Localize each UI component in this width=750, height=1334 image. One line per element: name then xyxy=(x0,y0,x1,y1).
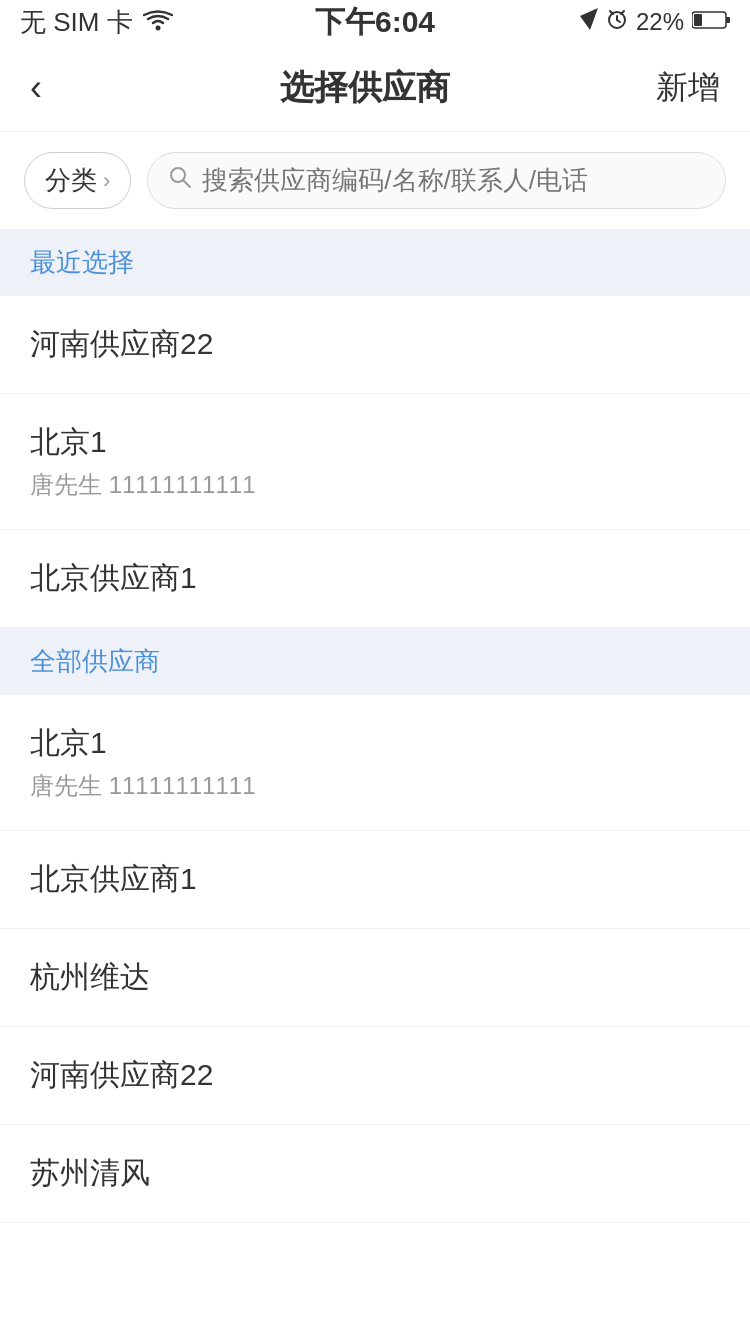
category-label: 分类 xyxy=(45,163,97,198)
nav-bar: ‹ 选择供应商 新增 xyxy=(0,44,750,132)
supplier-name: 河南供应商22 xyxy=(30,324,720,365)
all-items-list: 北京1 唐先生 11111111111 北京供应商1 杭州维达河南供应商22 苏州清风 xyxy=(0,695,750,1223)
supplier-contact: 唐先生 11111111111 xyxy=(30,469,720,501)
search-icon xyxy=(168,165,192,196)
svg-line-4 xyxy=(617,20,620,22)
list-item[interactable]: 杭州维达 xyxy=(0,929,750,1027)
recent-items-list: 河南供应商22 北京1 唐先生 11111111111 北京供应商1 xyxy=(0,296,750,628)
status-left: 无 SIM 卡 xyxy=(20,5,173,40)
status-right: 22% xyxy=(580,8,730,36)
alarm-icon xyxy=(606,8,628,36)
svg-rect-9 xyxy=(694,14,702,26)
supplier-name: 北京1 xyxy=(30,422,720,463)
no-sim-label: 无 SIM 卡 xyxy=(20,5,133,40)
supplier-name: 苏州清风 xyxy=(30,1153,720,1194)
supplier-name: 北京供应商1 xyxy=(30,558,720,599)
list-item[interactable]: 北京1 唐先生 11111111111 xyxy=(0,394,750,530)
back-button[interactable]: ‹ xyxy=(30,67,90,109)
search-box[interactable] xyxy=(147,152,726,209)
status-time: 下午6:04 xyxy=(315,2,435,43)
svg-line-5 xyxy=(610,11,613,14)
supplier-name: 北京1 xyxy=(30,723,720,764)
add-button[interactable]: 新增 xyxy=(640,66,720,110)
battery-label: 22% xyxy=(636,8,684,36)
svg-line-6 xyxy=(621,11,624,14)
page-title: 选择供应商 xyxy=(280,65,450,111)
svg-point-0 xyxy=(155,25,160,30)
battery-icon xyxy=(692,8,730,36)
search-input[interactable] xyxy=(202,165,705,196)
supplier-name: 河南供应商22 xyxy=(30,1055,720,1096)
svg-rect-8 xyxy=(726,17,730,23)
location-icon xyxy=(580,8,598,36)
list-item[interactable]: 北京供应商1 xyxy=(0,530,750,628)
chevron-right-icon: › xyxy=(103,168,110,194)
list-item[interactable]: 北京1 唐先生 11111111111 xyxy=(0,695,750,831)
filter-row: 分类 › xyxy=(0,132,750,229)
svg-marker-1 xyxy=(580,8,598,30)
supplier-name: 杭州维达 xyxy=(30,957,720,998)
list-item[interactable]: 河南供应商22 xyxy=(0,296,750,394)
list-item[interactable]: 北京供应商1 xyxy=(0,831,750,929)
supplier-contact: 唐先生 11111111111 xyxy=(30,770,720,802)
recent-section-header: 最近选择 xyxy=(0,229,750,296)
list-item[interactable]: 苏州清风 xyxy=(0,1125,750,1223)
list-item[interactable]: 河南供应商22 xyxy=(0,1027,750,1125)
wifi-icon xyxy=(143,7,173,38)
category-button[interactable]: 分类 › xyxy=(24,152,131,209)
all-section-header: 全部供应商 xyxy=(0,628,750,695)
supplier-name: 北京供应商1 xyxy=(30,859,720,900)
svg-line-11 xyxy=(184,181,191,188)
status-bar: 无 SIM 卡 下午6:04 22 xyxy=(0,0,750,44)
